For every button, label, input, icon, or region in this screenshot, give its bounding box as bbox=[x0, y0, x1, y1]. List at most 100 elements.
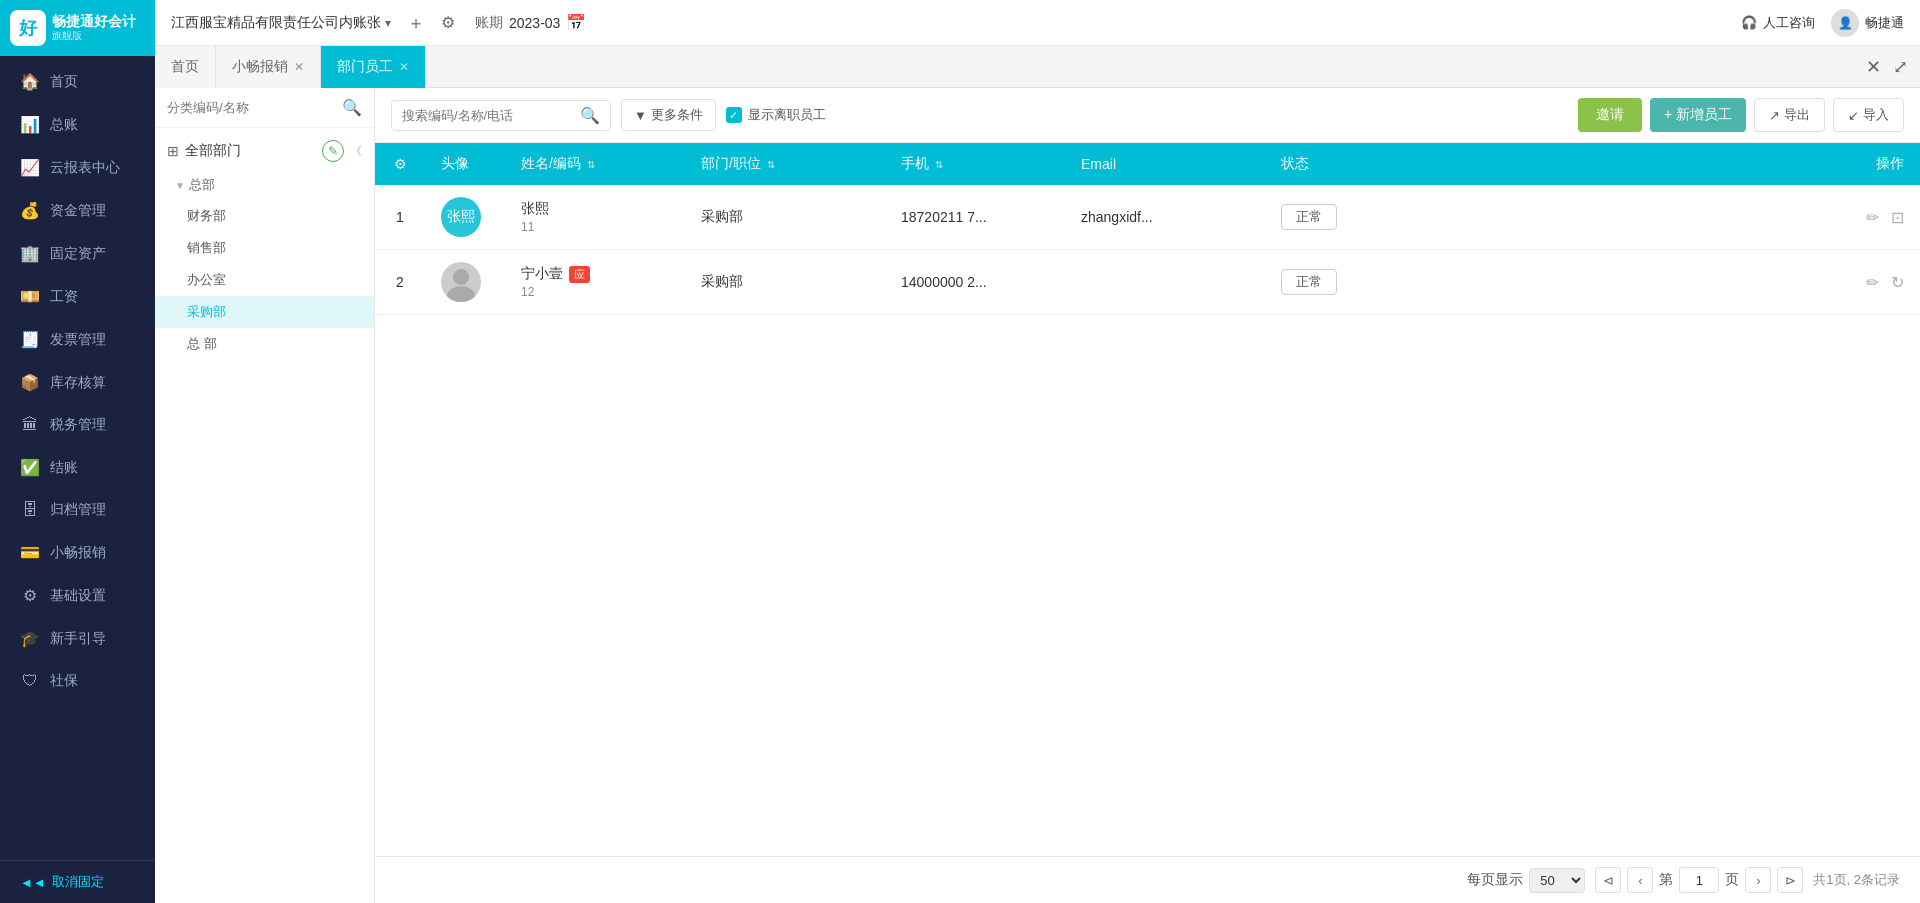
next-page-button[interactable]: › bbox=[1745, 867, 1771, 893]
sidebar-item-ledger[interactable]: 📊 总账 bbox=[0, 103, 155, 146]
col-status: 状态 bbox=[1265, 143, 1515, 185]
sidebar-item-expense[interactable]: 💳 小畅报销 bbox=[0, 531, 155, 574]
all-departments-header[interactable]: ⊞ 全部部门 ✎ 《 bbox=[155, 132, 374, 170]
export-label: 导出 bbox=[1784, 106, 1810, 124]
filter-button[interactable]: ▼ 更多条件 bbox=[621, 99, 716, 131]
prev-page-button[interactable]: ‹ bbox=[1627, 867, 1653, 893]
sidebar-nav: 🏠 首页 📊 总账 📈 云报表中心 💰 资金管理 🏢 固定资产 💴 工资 🧾 发… bbox=[0, 56, 155, 860]
first-page-button[interactable]: ⊲ bbox=[1595, 867, 1621, 893]
reports-icon: 📈 bbox=[20, 158, 40, 177]
row-action-cell: ✏ ↻ bbox=[1515, 250, 1920, 315]
tab-home[interactable]: 首页 bbox=[155, 46, 216, 88]
search-icon[interactable]: 🔍 bbox=[580, 106, 600, 125]
sidebar-item-closing[interactable]: ✅ 结账 bbox=[0, 446, 155, 489]
invoice-icon: 🧾 bbox=[20, 330, 40, 349]
dept-item-office[interactable]: 办公室 bbox=[155, 264, 374, 296]
settings-gear-icon[interactable]: ⚙ bbox=[441, 13, 455, 32]
support-button[interactable]: 🎧 人工咨询 bbox=[1741, 14, 1815, 32]
dept-name: 采购部 bbox=[701, 208, 743, 224]
tab-expense-close-icon[interactable]: ✕ bbox=[294, 60, 304, 74]
dept-search-box: 🔍 bbox=[155, 88, 374, 128]
guide-icon: 🎓 bbox=[20, 629, 40, 648]
sidebar-item-assets[interactable]: 🏢 固定资产 bbox=[0, 232, 155, 275]
col-name[interactable]: 姓名/编码 ⇅ bbox=[505, 143, 685, 185]
close-window-icon[interactable]: ✕ bbox=[1866, 56, 1881, 78]
logo-sub: 旗舰版 bbox=[52, 29, 136, 43]
col-dept[interactable]: 部门/职位 ⇅ bbox=[685, 143, 885, 185]
avatar bbox=[441, 262, 481, 302]
tab-expense[interactable]: 小畅报销 ✕ bbox=[216, 46, 321, 88]
sidebar-item-tax[interactable]: 🏛 税务管理 bbox=[0, 404, 155, 446]
invite-button[interactable]: 邀请 bbox=[1578, 98, 1642, 132]
import-button[interactable]: ↙ 导入 bbox=[1833, 98, 1904, 132]
archive-icon: 🗄 bbox=[20, 501, 40, 519]
top-header: 江西服宝精品有限责任公司内账张 ▾ ＋ ⚙ 账期 2023-03 📅 🎧 人工咨… bbox=[155, 0, 1920, 46]
row-avatar-cell bbox=[425, 250, 505, 315]
home-icon: 🏠 bbox=[20, 72, 40, 91]
col-action: 操作 bbox=[1515, 143, 1920, 185]
company-selector[interactable]: 江西服宝精品有限责任公司内账张 ▾ bbox=[171, 14, 391, 32]
per-page-select[interactable]: 50 10 20 100 bbox=[1529, 868, 1585, 893]
inventory-icon: 📦 bbox=[20, 373, 40, 392]
sidebar-item-salary[interactable]: 💴 工资 bbox=[0, 275, 155, 318]
sidebar-item-settings[interactable]: ⚙ 基础设置 bbox=[0, 574, 155, 617]
sidebar-item-finance[interactable]: 💰 资金管理 bbox=[0, 189, 155, 232]
sidebar-item-invoice[interactable]: 🧾 发票管理 bbox=[0, 318, 155, 361]
col-phone[interactable]: 手机 ⇅ bbox=[885, 143, 1065, 185]
sidebar-item-label: 资金管理 bbox=[50, 202, 106, 220]
add-company-button[interactable]: ＋ bbox=[403, 11, 429, 35]
period-label: 账期 bbox=[475, 14, 503, 32]
show-resigned-toggle[interactable]: ✓ 显示离职员工 bbox=[726, 106, 826, 124]
employee-name: 宁小壹 bbox=[521, 265, 563, 283]
sidebar-item-guide[interactable]: 🎓 新手引导 bbox=[0, 617, 155, 660]
root-dept-label: ▼ 总部 bbox=[155, 170, 374, 200]
calendar-icon[interactable]: 📅 bbox=[566, 13, 586, 32]
edit-icon[interactable]: ✏ bbox=[1866, 208, 1879, 227]
sidebar-item-label: 工资 bbox=[50, 288, 78, 306]
export-button[interactable]: ↗ 导出 bbox=[1754, 98, 1825, 132]
refresh-icon[interactable]: ↻ bbox=[1891, 273, 1904, 292]
row-num: 1 bbox=[375, 185, 425, 250]
edit-icon[interactable]: ✏ bbox=[1866, 273, 1879, 292]
dept-item-general[interactable]: 总 部 bbox=[155, 328, 374, 360]
sidebar: 好 畅捷通好会计 旗舰版 🏠 首页 📊 总账 📈 云报表中心 💰 资金管理 🏢 … bbox=[0, 0, 155, 903]
sidebar-item-reports[interactable]: 📈 云报表中心 bbox=[0, 146, 155, 189]
right-panel: 🔍 ▼ 更多条件 ✓ 显示离职员工 邀请 + 新增员工 ↗ 导出 bbox=[375, 88, 1920, 903]
sidebar-item-inventory[interactable]: 📦 库存核算 bbox=[0, 361, 155, 404]
search-input[interactable] bbox=[402, 108, 580, 123]
period-value: 2023-03 bbox=[509, 15, 560, 31]
add-employee-button[interactable]: + 新增员工 bbox=[1650, 98, 1746, 132]
header-right: 🎧 人工咨询 👤 畅捷通 bbox=[1741, 9, 1904, 37]
page-number-input[interactable] bbox=[1679, 867, 1719, 893]
dept-item-purchasing[interactable]: 采购部 bbox=[155, 296, 374, 328]
dept-search-icon[interactable]: 🔍 bbox=[342, 98, 362, 117]
last-page-button[interactable]: ⊳ bbox=[1777, 867, 1803, 893]
maximize-icon[interactable]: ⤢ bbox=[1893, 56, 1908, 78]
collapse-icon[interactable]: 《 bbox=[350, 143, 362, 160]
logout-icon[interactable]: ⊡ bbox=[1891, 208, 1904, 227]
logo-text: 畅捷通好会计 bbox=[52, 13, 136, 30]
sidebar-item-archive[interactable]: 🗄 归档管理 bbox=[0, 489, 155, 531]
dept-edit-button[interactable]: ✎ bbox=[322, 140, 344, 162]
show-resigned-checkbox[interactable]: ✓ bbox=[726, 107, 742, 123]
page-suffix: 页 bbox=[1725, 871, 1739, 889]
tab-employees[interactable]: 部门员工 ✕ bbox=[321, 46, 426, 88]
user-menu[interactable]: 👤 畅捷通 bbox=[1831, 9, 1904, 37]
toolbar: 🔍 ▼ 更多条件 ✓ 显示离职员工 邀请 + 新增员工 ↗ 导出 bbox=[375, 88, 1920, 143]
sidebar-item-social[interactable]: 🛡 社保 bbox=[0, 660, 155, 702]
unpin-button[interactable]: ◄◄ 取消固定 bbox=[0, 860, 155, 903]
tax-icon: 🏛 bbox=[20, 416, 40, 434]
dept-item-label: 销售部 bbox=[187, 239, 226, 257]
dept-search-input[interactable] bbox=[167, 100, 336, 115]
employee-table: ⚙ 头像 姓名/编码 ⇅ 部门/职位 ⇅ 手机 ⇅ Email 状态 操作 bbox=[375, 143, 1920, 315]
company-name-text: 江西服宝精品有限责任公司内账张 bbox=[171, 14, 381, 32]
all-dept-label: 全部部门 bbox=[185, 142, 241, 160]
col-settings[interactable]: ⚙ bbox=[375, 143, 425, 185]
dept-item-finance[interactable]: 财务部 bbox=[155, 200, 374, 232]
show-resigned-label: 显示离职员工 bbox=[748, 106, 826, 124]
sidebar-item-label: 总账 bbox=[50, 116, 78, 134]
dept-item-sales[interactable]: 销售部 bbox=[155, 232, 374, 264]
sidebar-item-home[interactable]: 🏠 首页 bbox=[0, 60, 155, 103]
expense-icon: 💳 bbox=[20, 543, 40, 562]
tab-employees-close-icon[interactable]: ✕ bbox=[399, 60, 409, 74]
